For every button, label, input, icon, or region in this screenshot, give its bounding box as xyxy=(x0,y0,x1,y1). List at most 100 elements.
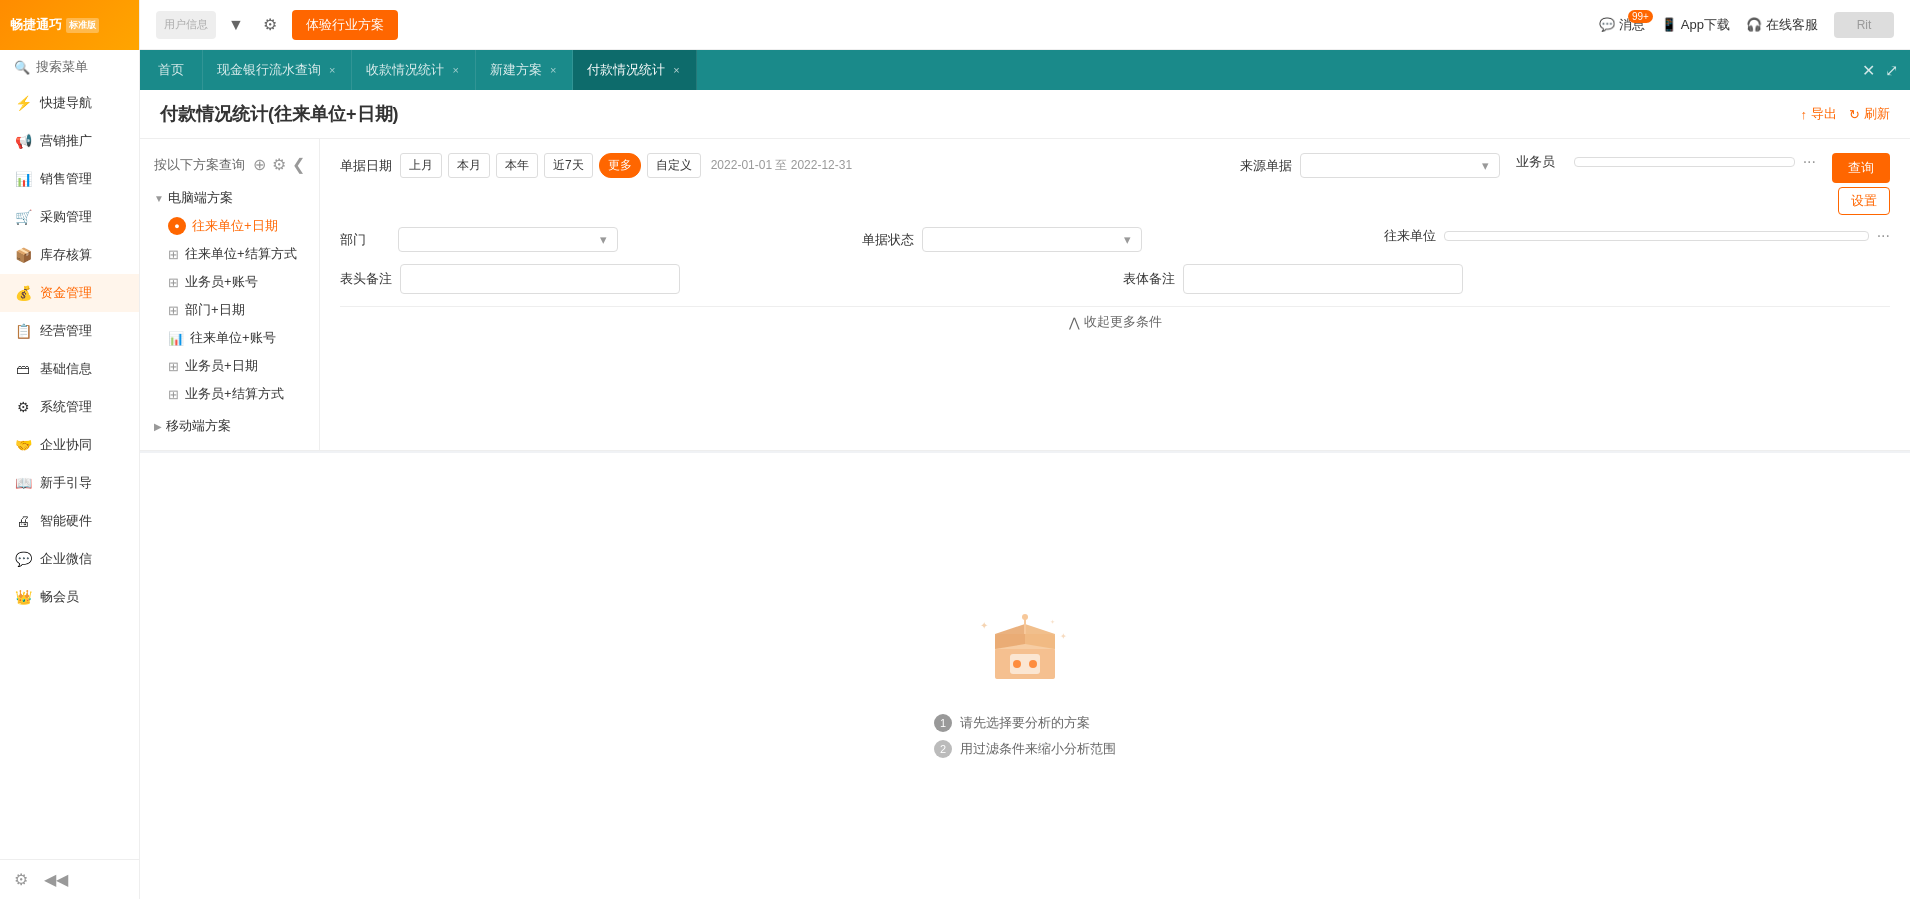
query-action-area: 查询 设置 xyxy=(1832,153,1890,215)
tab-home-label: 首页 xyxy=(158,61,184,79)
mobile-scheme-title[interactable]: ▶ 移动端方案 xyxy=(140,412,319,440)
expand-tab-btn[interactable]: ⤢ xyxy=(1883,59,1900,82)
scheme-header-label: 按以下方案查询 xyxy=(154,156,245,174)
header-note-input[interactable] xyxy=(400,264,680,294)
collapse-btn[interactable]: ⋀ 收起更多条件 xyxy=(340,306,1890,337)
sidebar-item-purchase[interactable]: 🛒 采购管理 xyxy=(0,198,139,236)
app-download-link[interactable]: 📱 App下载 xyxy=(1661,16,1730,34)
sidebar-item-shortcut[interactable]: ⚡ 快捷导航 xyxy=(0,84,139,122)
sidebar-item-label: 基础信息 xyxy=(40,360,92,378)
sidebar-item-guide[interactable]: 📖 新手引导 xyxy=(0,464,139,502)
notification-area[interactable]: 💬 消息 99+ xyxy=(1599,16,1645,34)
sidebar-item-wechat[interactable]: 💬 企业微信 xyxy=(0,540,139,578)
add-scheme-btn[interactable]: ⊕ xyxy=(253,155,266,174)
logo-text: 畅捷通巧 xyxy=(10,16,62,34)
export-btn[interactable]: ↑ 导出 xyxy=(1801,105,1838,123)
tab-bank-close[interactable]: × xyxy=(327,64,337,76)
scheme-item-label: 往来单位+结算方式 xyxy=(185,245,297,263)
header-note-label: 表头备注 xyxy=(340,270,392,288)
tab-payment[interactable]: 付款情况统计 × xyxy=(573,50,696,90)
salesman-select[interactable] xyxy=(1574,157,1795,167)
sidebar-item-label: 畅会员 xyxy=(40,588,79,606)
message-icon: 💬 xyxy=(1599,17,1615,32)
date-btn-this-year[interactable]: 本年 xyxy=(496,153,538,178)
scheme-item-1[interactable]: ⊞ 往来单位+结算方式 xyxy=(140,240,319,268)
scheme-item-label: 业务员+日期 xyxy=(185,357,258,375)
tip-1-text: 请先选择要分析的方案 xyxy=(960,714,1090,732)
notification-count: 99+ xyxy=(1628,10,1653,23)
sidebar-item-operations[interactable]: 📋 经营管理 xyxy=(0,312,139,350)
sidebar-item-inventory[interactable]: 📦 库存核算 xyxy=(0,236,139,274)
customer-service-link[interactable]: 🎧 在线客服 xyxy=(1746,16,1818,34)
date-btn-last-month[interactable]: 上月 xyxy=(400,153,442,178)
date-btn-this-month[interactable]: 本月 xyxy=(448,153,490,178)
tab-new[interactable]: 新建方案 × xyxy=(476,50,573,90)
date-btn-custom[interactable]: 自定义 xyxy=(647,153,701,178)
sidebar-item-hardware[interactable]: 🖨 智能硬件 xyxy=(0,502,139,540)
pc-scheme-title[interactable]: ▼ 电脑端方案 xyxy=(140,184,319,212)
sidebar-search[interactable]: 🔍 搜索菜单 xyxy=(0,50,139,84)
body-note-label: 表体备注 xyxy=(1123,270,1175,288)
scheme-table-icon: ⊞ xyxy=(168,275,179,290)
sidebar-item-system[interactable]: ⚙ 系统管理 xyxy=(0,388,139,426)
scheme-item-4[interactable]: 📊 往来单位+账号 xyxy=(140,324,319,352)
query-btn[interactable]: 查询 xyxy=(1832,153,1890,183)
date-range-display: 2022-01-01 至 2022-12-31 xyxy=(711,157,852,174)
status-dropdown-icon: ▾ xyxy=(1124,232,1131,247)
main-area: 用户信息 ▼ ⚙ 体验行业方案 💬 消息 99+ 📱 App下载 🎧 在线客服 … xyxy=(140,0,1910,899)
sidebar-item-member[interactable]: 👑 畅会员 xyxy=(0,578,139,616)
collapse-sidebar-icon[interactable]: ◀◀ xyxy=(44,870,68,889)
hardware-icon: 🖨 xyxy=(14,512,32,530)
manage-scheme-btn[interactable]: ⚙ xyxy=(272,155,286,174)
filter-group-dept: 部门 ▾ xyxy=(340,227,846,252)
source-dropdown-icon: ▾ xyxy=(1482,158,1489,173)
tab-new-close[interactable]: × xyxy=(548,64,558,76)
source-select[interactable]: ▾ xyxy=(1300,153,1500,178)
search-label: 搜索菜单 xyxy=(36,58,88,76)
close-all-tabs-btn[interactable]: ✕ xyxy=(1860,59,1877,82)
header-left: 用户信息 ▼ ⚙ 体验行业方案 xyxy=(156,10,398,40)
scheme-item-5[interactable]: ⊞ 业务员+日期 xyxy=(140,352,319,380)
scheme-item-0[interactable]: ● 往来单位+日期 xyxy=(140,212,319,240)
tab-receipt-close[interactable]: × xyxy=(450,64,460,76)
sidebar-item-finance[interactable]: 💰 资金管理 xyxy=(0,274,139,312)
user-display-text: Rit xyxy=(1857,18,1872,32)
date-btn-more[interactable]: 更多 xyxy=(599,153,641,178)
scheme-table-icon: ⊞ xyxy=(168,387,179,402)
header: 用户信息 ▼ ⚙ 体验行业方案 💬 消息 99+ 📱 App下载 🎧 在线客服 … xyxy=(140,0,1910,50)
status-select[interactable]: ▾ xyxy=(922,227,1142,252)
tab-receipt[interactable]: 收款情况统计 × xyxy=(352,50,475,90)
header-settings-btn[interactable]: ⚙ xyxy=(256,11,284,39)
sidebar-item-enterprise[interactable]: 🤝 企业协同 xyxy=(0,426,139,464)
counterparty-select[interactable] xyxy=(1444,231,1869,241)
refresh-btn[interactable]: ↻ 刷新 xyxy=(1849,105,1890,123)
scheme-table-icon: ⊞ xyxy=(168,247,179,262)
filter-group-date: 单据日期 上月 本月 本年 近7天 更多 自定义 2022-01-01 至 20… xyxy=(340,153,1224,178)
tab-payment-close[interactable]: × xyxy=(671,64,681,76)
tab-home[interactable]: 首页 xyxy=(140,50,203,90)
settings-link[interactable]: 设置 xyxy=(1838,187,1890,215)
app-icon: 📱 xyxy=(1661,17,1677,32)
collapse-scheme-btn[interactable]: ❮ xyxy=(292,155,305,174)
scheme-item-6[interactable]: ⊞ 业务员+结算方式 xyxy=(140,380,319,408)
sidebar-item-sales[interactable]: 📊 销售管理 xyxy=(0,160,139,198)
finance-icon: 💰 xyxy=(14,284,32,302)
tab-bank[interactable]: 现金银行流水查询 × xyxy=(203,50,352,90)
scheme-item-2[interactable]: ⊞ 业务员+账号 xyxy=(140,268,319,296)
counterparty-more-btn[interactable]: ··· xyxy=(1877,227,1890,245)
date-btn-7days[interactable]: 近7天 xyxy=(544,153,593,178)
header-dropdown-btn[interactable]: ▼ xyxy=(224,13,248,37)
scheme-item-3[interactable]: ⊞ 部门+日期 xyxy=(140,296,319,324)
tip-2-text: 用过滤条件来缩小分析范围 xyxy=(960,740,1116,758)
empty-tips: 1 请先选择要分析的方案 2 用过滤条件来缩小分析范围 xyxy=(934,714,1116,758)
salesman-more-btn[interactable]: ··· xyxy=(1803,153,1816,171)
operations-icon: 📋 xyxy=(14,322,32,340)
sidebar-item-basic[interactable]: 🗃 基础信息 xyxy=(0,350,139,388)
settings-bottom-icon[interactable]: ⚙ xyxy=(14,870,28,889)
tip-num-2: 2 xyxy=(934,740,952,758)
filter-group-counterparty: 往来单位 ··· xyxy=(1384,227,1890,245)
body-note-input[interactable] xyxy=(1183,264,1463,294)
sidebar-item-marketing[interactable]: 📢 营销推广 xyxy=(0,122,139,160)
try-industry-btn[interactable]: 体验行业方案 xyxy=(292,10,398,40)
dept-select[interactable]: ▾ xyxy=(398,227,618,252)
